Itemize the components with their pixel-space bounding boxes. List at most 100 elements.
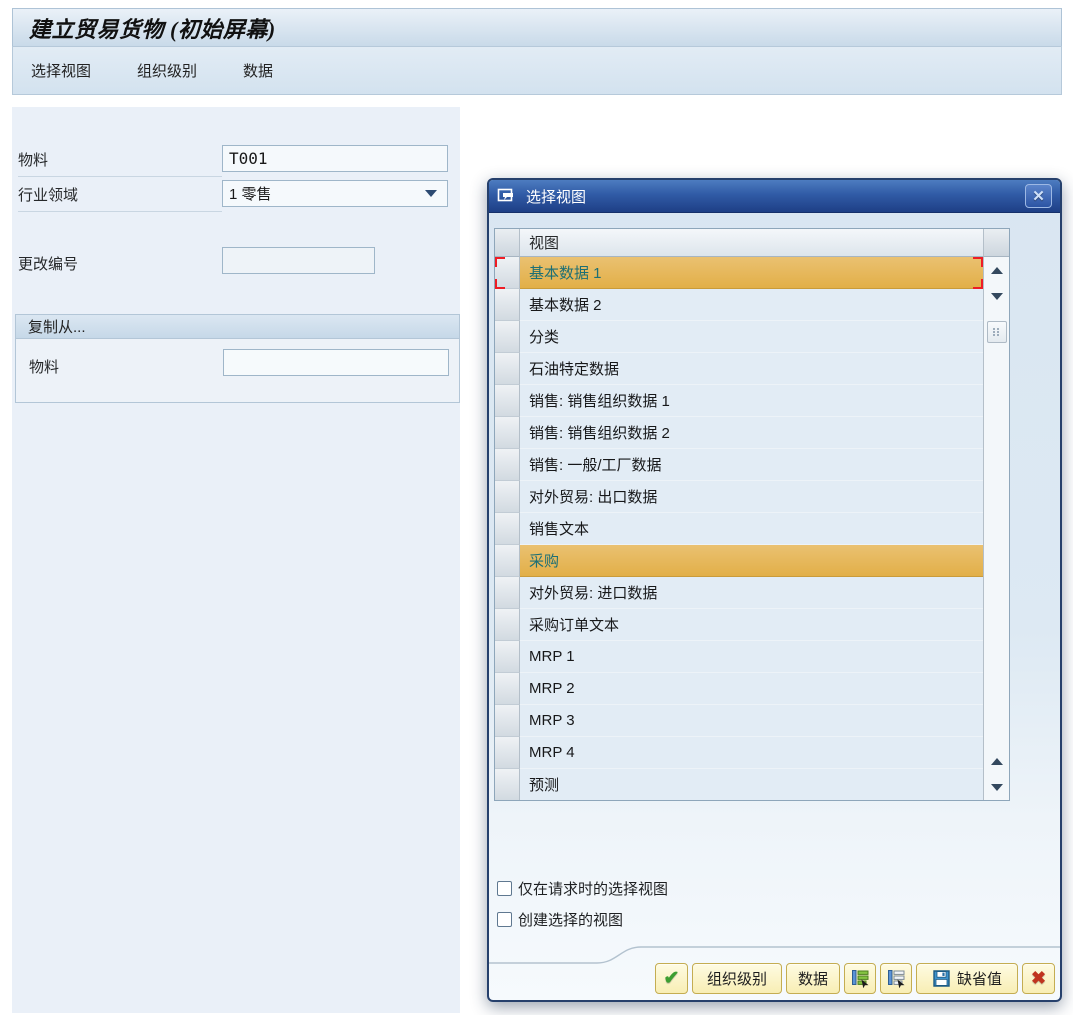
scroll-up-icon[interactable] bbox=[984, 257, 1009, 283]
industry-sector-label: 行业领域 bbox=[18, 184, 222, 212]
view-table-row: 预测 bbox=[495, 769, 983, 800]
view-row-label[interactable]: 石油特定数据 bbox=[520, 353, 983, 385]
close-icon[interactable]: ✕ bbox=[1025, 184, 1052, 208]
view-table-row: 基本数据 1 bbox=[495, 257, 983, 289]
view-table-row: 采购订单文本 bbox=[495, 609, 983, 641]
copy-from-material-label: 物料 bbox=[29, 359, 60, 376]
table-scrollbar[interactable] bbox=[983, 257, 1009, 800]
row-selector-cell[interactable] bbox=[495, 737, 520, 769]
row-selector-cell[interactable] bbox=[495, 321, 520, 353]
row-selector-cell[interactable] bbox=[495, 417, 520, 449]
view-row-label[interactable]: 采购 bbox=[520, 545, 983, 577]
scroll-down-bottom-icon[interactable] bbox=[984, 774, 1009, 800]
deselect-all-icon bbox=[887, 970, 904, 988]
select-views-dialog: 选择视图 ✕ 视图 基本数据 1 基本数据 2 分类 石油特定数据 销售: 销售… bbox=[487, 178, 1062, 1002]
view-row-label[interactable]: 基本数据 2 bbox=[520, 289, 983, 321]
view-row-label[interactable]: 销售: 销售组织数据 1 bbox=[520, 385, 983, 417]
view-row-label[interactable]: 销售文本 bbox=[520, 513, 983, 545]
view-table-row: MRP 4 bbox=[495, 737, 983, 769]
create-selected-views-label: 创建选择的视图 bbox=[518, 912, 624, 929]
row-selector-cell[interactable] bbox=[495, 481, 520, 513]
view-selection-on-request-checkbox[interactable] bbox=[497, 881, 512, 896]
row-selector-cell[interactable] bbox=[495, 289, 520, 321]
row-selector-cell[interactable] bbox=[495, 673, 520, 705]
checkbox-row-create-views: 创建选择的视图 bbox=[497, 909, 623, 930]
views-table: 视图 基本数据 1 基本数据 2 分类 石油特定数据 销售: 销售组织数据 1 … bbox=[494, 228, 1010, 801]
org-levels-button[interactable]: 组织级别 bbox=[692, 963, 782, 994]
floppy-disk-icon bbox=[933, 970, 950, 987]
view-table-row: 采购 bbox=[495, 545, 983, 577]
cancel-button[interactable]: ✖ bbox=[1022, 963, 1055, 994]
view-selection-on-request-label: 仅在请求时的选择视图 bbox=[518, 881, 669, 898]
material-input[interactable] bbox=[222, 145, 448, 172]
row-selector-cell[interactable] bbox=[495, 385, 520, 417]
industry-sector-select[interactable]: 1 零售 bbox=[222, 180, 448, 207]
row-selector-cell[interactable] bbox=[495, 449, 520, 481]
create-selected-views-checkbox[interactable] bbox=[497, 912, 512, 927]
dialog-titlebar[interactable]: 选择视图 ✕ bbox=[489, 180, 1060, 213]
view-row-label[interactable]: MRP 1 bbox=[520, 641, 983, 673]
material-label: 物料 bbox=[18, 149, 222, 177]
page-title: 建立贸易货物 (初始屏幕) bbox=[29, 16, 276, 42]
view-table-row: 基本数据 2 bbox=[495, 289, 983, 321]
dialog-window-icon bbox=[497, 188, 513, 201]
sap-screen: 建立贸易货物 (初始屏幕) 选择视图 组织级别 数据 物料 行业领域 1 零售 … bbox=[0, 0, 1073, 1015]
view-row-label[interactable]: 采购订单文本 bbox=[520, 609, 983, 641]
select-all-button[interactable] bbox=[844, 963, 876, 994]
view-row-label[interactable]: 分类 bbox=[520, 321, 983, 353]
view-table-row: 分类 bbox=[495, 321, 983, 353]
view-table-row: 对外贸易: 进口数据 bbox=[495, 577, 983, 609]
copy-from-material-input[interactable] bbox=[223, 349, 449, 376]
row-selector-cell[interactable] bbox=[495, 545, 520, 577]
toolbar-item-select-views[interactable]: 选择视图 bbox=[29, 56, 93, 85]
default-values-button[interactable]: 缺省值 bbox=[916, 963, 1018, 994]
dialog-title: 选择视图 bbox=[526, 188, 587, 206]
view-row-label[interactable]: MRP 2 bbox=[520, 673, 983, 705]
row-selector-cell[interactable] bbox=[495, 641, 520, 673]
scroll-down-icon[interactable] bbox=[984, 283, 1009, 309]
row-selector-cell[interactable] bbox=[495, 257, 520, 289]
view-table-row: 对外贸易: 出口数据 bbox=[495, 481, 983, 513]
selector-column-header[interactable] bbox=[495, 229, 520, 257]
industry-sector-value: 1 零售 bbox=[229, 186, 272, 203]
checkmark-icon: ✔ bbox=[663, 968, 680, 989]
deselect-all-button[interactable] bbox=[880, 963, 912, 994]
scroll-up-bottom-icon[interactable] bbox=[984, 748, 1009, 774]
row-selector-cell[interactable] bbox=[495, 577, 520, 609]
view-row-label[interactable]: MRP 4 bbox=[520, 737, 983, 769]
table-corner-cell bbox=[983, 229, 1009, 257]
data-button-label: 数据 bbox=[797, 971, 828, 988]
row-selector-cell[interactable] bbox=[495, 609, 520, 641]
view-row-label[interactable]: 基本数据 1 bbox=[520, 257, 983, 289]
view-table-row: 石油特定数据 bbox=[495, 353, 983, 385]
toolbar-item-data[interactable]: 数据 bbox=[241, 56, 275, 85]
initial-screen-form: 物料 行业领域 1 零售 更改编号 复制从... 物料 bbox=[12, 107, 460, 1013]
view-row-label[interactable]: 预测 bbox=[520, 769, 983, 800]
view-row-label[interactable]: 对外贸易: 出口数据 bbox=[520, 481, 983, 513]
confirm-button[interactable]: ✔ bbox=[655, 963, 688, 994]
row-selector-cell[interactable] bbox=[495, 769, 520, 800]
view-column-header[interactable]: 视图 bbox=[520, 229, 983, 257]
view-row-label[interactable]: 对外贸易: 进口数据 bbox=[520, 577, 983, 609]
row-selector-cell[interactable] bbox=[495, 353, 520, 385]
scrollbar-track[interactable] bbox=[984, 343, 1009, 748]
view-table-row: MRP 1 bbox=[495, 641, 983, 673]
cancel-x-icon: ✖ bbox=[1030, 968, 1047, 988]
view-row-label[interactable]: MRP 3 bbox=[520, 705, 983, 737]
copy-from-groupbox: 复制从... 物料 bbox=[15, 314, 460, 403]
data-button[interactable]: 数据 bbox=[786, 963, 840, 994]
view-table-row: 销售: 销售组织数据 2 bbox=[495, 417, 983, 449]
default-values-label: 缺省值 bbox=[956, 971, 1002, 988]
grid-handle-icon[interactable] bbox=[986, 321, 1007, 343]
row-selector-cell[interactable] bbox=[495, 513, 520, 545]
view-row-label[interactable]: 销售: 销售组织数据 2 bbox=[520, 417, 983, 449]
checkbox-row-view-on-request: 仅在请求时的选择视图 bbox=[497, 878, 668, 899]
view-table-row: 销售: 销售组织数据 1 bbox=[495, 385, 983, 417]
window-titlebar: 建立贸易货物 (初始屏幕) bbox=[12, 8, 1062, 46]
view-table-row: 销售: 一般/工厂数据 bbox=[495, 449, 983, 481]
view-table-body: 基本数据 1 基本数据 2 分类 石油特定数据 销售: 销售组织数据 1 销售:… bbox=[495, 257, 983, 800]
toolbar-item-org-levels[interactable]: 组织级别 bbox=[135, 56, 199, 85]
row-selector-cell[interactable] bbox=[495, 705, 520, 737]
view-row-label[interactable]: 销售: 一般/工厂数据 bbox=[520, 449, 983, 481]
change-number-input[interactable] bbox=[222, 247, 375, 274]
